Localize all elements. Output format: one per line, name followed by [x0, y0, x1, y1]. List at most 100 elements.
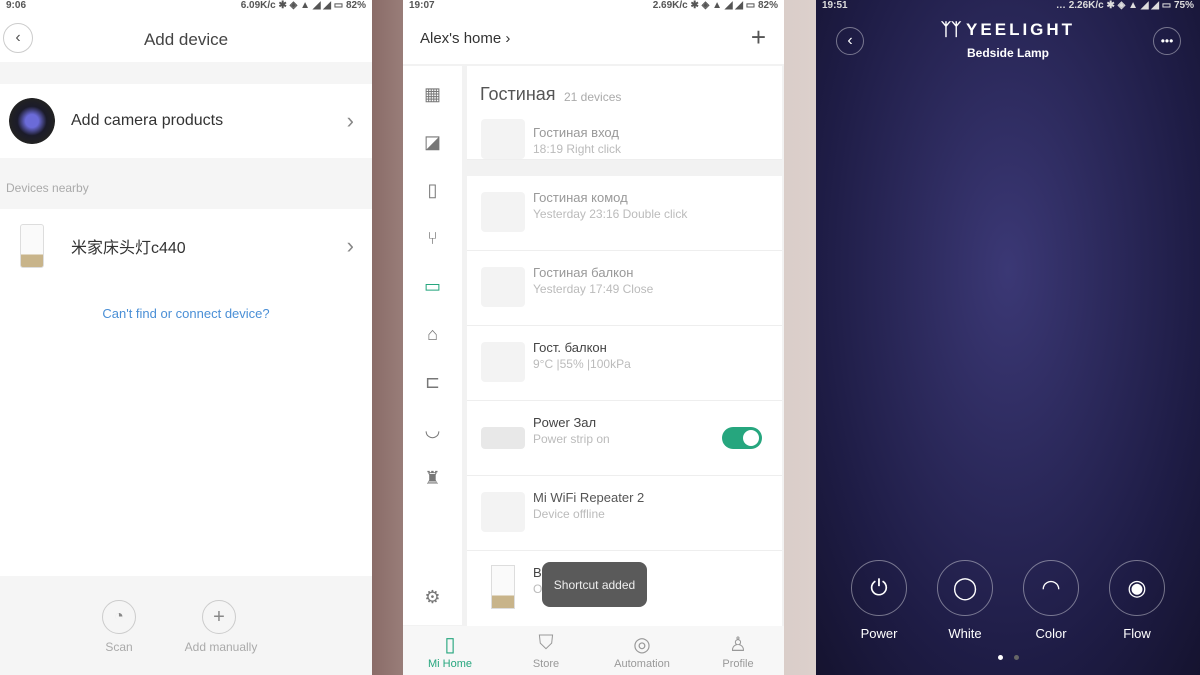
- lamp-icon: [491, 565, 515, 609]
- repeater-icon: [481, 492, 525, 532]
- room-count: 21 devices: [564, 90, 622, 104]
- nav-label: Mi Home: [427, 658, 472, 670]
- sensor-icon: [481, 267, 525, 307]
- device-row[interactable]: Mi WiFi Repeater 2 Device offline: [467, 476, 782, 551]
- status-bar: 19:51… 2.26K/c ✱ ◈ ▲ ◢ ◢ ▭ 75%: [822, 0, 1194, 11]
- door-icon[interactable]: ▯: [403, 166, 462, 214]
- chevron-right-icon: ›: [346, 108, 354, 133]
- add-camera-row[interactable]: Add camera products ›: [0, 84, 372, 158]
- room-sidebar: ▦ ◪ ▯ ⑂ ▭ ⌂ ⊏ ◡ ♜ ⚙: [403, 66, 462, 625]
- home-name: Alex's home: [420, 30, 502, 47]
- color-control[interactable]: ◠ Color: [1022, 560, 1080, 641]
- thermometer-icon: [481, 342, 525, 382]
- bath-icon[interactable]: ◡: [403, 406, 462, 454]
- nav-automation[interactable]: ◎ Automation: [602, 632, 682, 670]
- nav-label: Store: [532, 658, 560, 670]
- status-bar: 19:07 2.69K/c ✱ ◈ ▲ ◢ ◢ ▭ 82%: [403, 0, 784, 12]
- device-name: B: [533, 565, 542, 580]
- toilet-icon[interactable]: ♜: [403, 454, 462, 502]
- add-device-screen: 9:06 6.09K/c ✱ ◈ ▲ ◢ ◢ ▭ 82% ‹ Add device…: [0, 0, 372, 675]
- white-control[interactable]: ◯ White: [936, 560, 994, 641]
- room-title: Гостиная: [480, 84, 556, 104]
- more-button[interactable]: •••: [1153, 27, 1181, 55]
- status-battery: 82%: [345, 0, 366, 11]
- power-toggle[interactable]: [722, 427, 762, 449]
- control-label: White: [948, 626, 982, 641]
- camera-icon: [9, 98, 55, 144]
- device-row[interactable]: Power Зал Power strip on: [467, 401, 782, 476]
- house-icon[interactable]: ⌂: [403, 310, 462, 358]
- control-label: Power: [860, 626, 898, 641]
- sofa-icon[interactable]: ▭: [403, 262, 462, 310]
- device-name: Гост. балкон: [533, 340, 607, 355]
- switch-icon: [481, 192, 525, 232]
- status-battery: 82%: [757, 0, 778, 11]
- nav-profile[interactable]: ♙ Profile: [698, 632, 778, 670]
- scan-button[interactable]: ◔ Scan: [102, 600, 136, 654]
- scan-icon: ◔: [102, 600, 136, 634]
- scan-label: Scan: [105, 640, 133, 654]
- page-indicator-active: [998, 655, 1003, 660]
- bag-icon: ⛉: [538, 632, 554, 654]
- camera-icon: ◎: [633, 634, 651, 656]
- status-time: 9:06: [6, 0, 27, 11]
- kitchen-icon[interactable]: ⑂: [403, 214, 462, 262]
- status-time: 19:51: [822, 0, 848, 11]
- yeelight-logo: ᛉᛉ YEELIGHT: [940, 20, 1076, 39]
- device-name: Гостиная вход: [533, 125, 619, 140]
- nearby-device-row[interactable]: 米家床头灯c440 ›: [0, 209, 372, 282]
- yeelight-screen: 19:51… 2.26K/c ✱ ◈ ▲ ◢ ◢ ▭ 75% ‹ ᛉᛉ YEEL…: [816, 0, 1200, 675]
- grid-icon[interactable]: ▦: [403, 70, 462, 118]
- device-row[interactable]: Гостиная вход 18:19 Right click: [467, 113, 782, 160]
- device-status: Device offline: [533, 507, 605, 521]
- bulb-icon: ◯: [937, 560, 993, 616]
- flow-control[interactable]: ◉ Flow: [1108, 560, 1166, 641]
- stairs-icon[interactable]: ◪: [403, 118, 462, 166]
- device-row[interactable]: Гостиная комод Yesterday 23:16 Double cli…: [467, 176, 782, 251]
- control-label: Color: [1035, 626, 1067, 641]
- add-manually-button[interactable]: + Add manually: [185, 600, 257, 654]
- camera-label: Add camera products: [71, 112, 224, 129]
- settings-icon[interactable]: ⚙: [403, 573, 462, 621]
- person-icon: ♙: [729, 634, 747, 656]
- page-title: Add device: [143, 30, 229, 49]
- status-speed: 2.69K/c: [652, 0, 688, 11]
- home-selector[interactable]: Alex's home ›: [420, 30, 510, 47]
- lamp-icon: [20, 223, 44, 268]
- device-name: Гостиная балкон: [533, 265, 634, 280]
- bed-icon[interactable]: ⊏: [403, 358, 462, 406]
- device-status: Yesterday 23:16 Double click: [533, 207, 688, 221]
- power-icon: ⏻: [851, 560, 907, 616]
- status-speed: 2.26K/c: [1068, 0, 1104, 11]
- status-speed: 6.09K/c: [240, 0, 276, 11]
- nav-mi-home[interactable]: ▯ Mi Home: [410, 632, 490, 670]
- power-strip-icon: [481, 427, 525, 449]
- nav-store[interactable]: ⛉ Store: [506, 632, 586, 670]
- switch-icon: [481, 119, 525, 159]
- device-name: Mi WiFi Repeater 2: [533, 490, 645, 505]
- header: ‹ Add device: [0, 12, 372, 62]
- device-name: Гостиная комод: [533, 190, 628, 205]
- status-battery: 75%: [1173, 0, 1194, 11]
- add-button[interactable]: +: [751, 22, 766, 53]
- help-link[interactable]: Can't find or connect device?: [0, 306, 372, 321]
- device-row[interactable]: Гостиная балкон Yesterday 17:49 Close: [467, 251, 782, 326]
- device-status: 9°C |55% |100kPa: [533, 357, 631, 371]
- rainbow-icon: ◠: [1023, 560, 1079, 616]
- section-label: Devices nearby: [6, 181, 89, 195]
- plus-icon: +: [202, 600, 236, 634]
- chevron-right-icon: ›: [346, 232, 354, 258]
- nav-label: Profile: [722, 658, 754, 670]
- status-bar: 9:06 6.09K/c ✱ ◈ ▲ ◢ ◢ ▭ 82%: [0, 0, 372, 12]
- device-status: Power strip on: [533, 432, 610, 446]
- device-title: Bedside Lamp: [966, 46, 1050, 60]
- toast: Shortcut added: [542, 562, 647, 607]
- device-status: 18:19 Right click: [533, 142, 622, 156]
- status-time: 19:07: [409, 0, 435, 11]
- device-row[interactable]: Гост. балкон 9°C |55% |100kPa: [467, 326, 782, 401]
- brand-label: YEELIGHT: [966, 20, 1076, 39]
- home-icon: ▯: [444, 634, 456, 656]
- flow-icon: ◉: [1109, 560, 1165, 616]
- nav-label: Automation: [614, 658, 670, 670]
- power-control[interactable]: ⏻ Power: [850, 560, 908, 641]
